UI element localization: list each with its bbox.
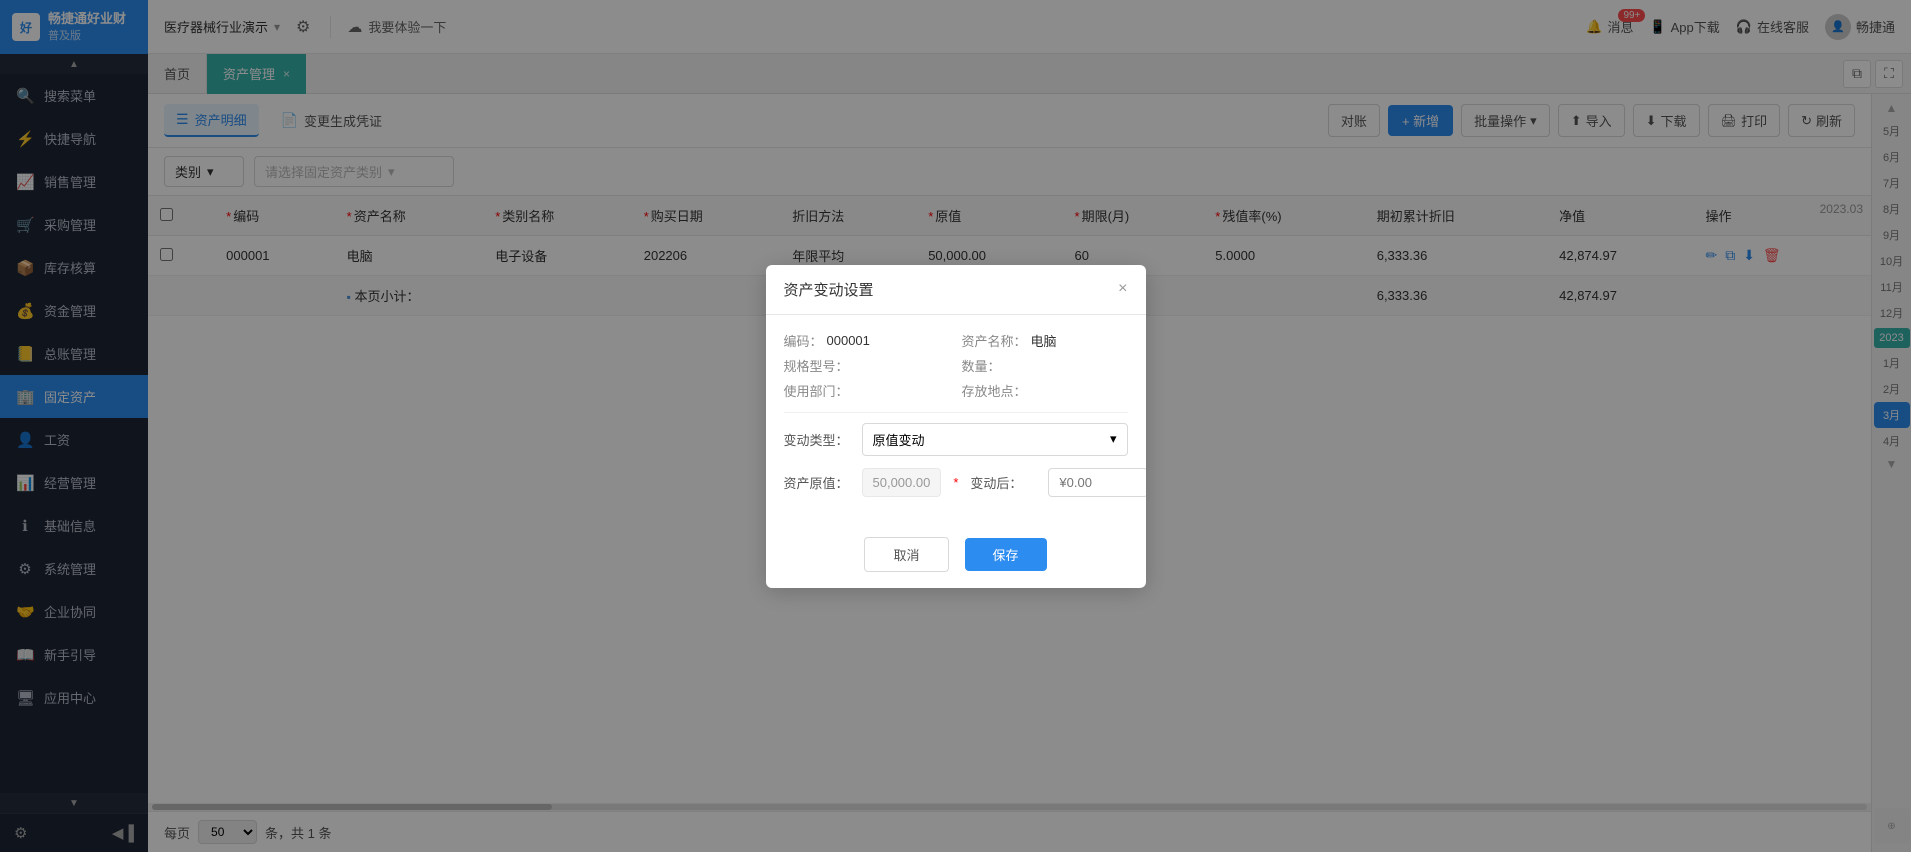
modal-original-value-label: 资产原值： xyxy=(784,473,854,492)
modal-info-grid: 编码： 000001 资产名称： 电脑 规格型号： 数量： 使用部门： xyxy=(784,331,1128,400)
modal-asset-name-row: 资产名称： 电脑 xyxy=(962,331,1128,350)
modal-body: 编码： 000001 资产名称： 电脑 规格型号： 数量： 使用部门： xyxy=(766,315,1146,525)
modal-code-row: 编码： 000001 xyxy=(784,331,950,350)
after-change-input[interactable] xyxy=(1048,468,1145,497)
modal-code-label: 编码： xyxy=(784,331,823,350)
modal-location-label: 存放地点： xyxy=(962,381,1027,400)
modal-footer: 取消 保存 xyxy=(766,525,1146,588)
modal-title: 资产变动设置 xyxy=(784,279,874,300)
required-mark: * xyxy=(953,475,958,490)
modal-overlay: 资产变动设置 × 编码： 000001 资产名称： 电脑 规格型号： 数量： xyxy=(0,0,1911,852)
change-type-value: 原值变动 xyxy=(873,430,925,449)
modal-dept-row: 使用部门： xyxy=(784,381,950,400)
modal-change-type-row: 变动类型： 原值变动 ▾ xyxy=(784,423,1128,456)
save-button[interactable]: 保存 xyxy=(965,538,1047,571)
modal-dept-label: 使用部门： xyxy=(784,381,849,400)
modal-original-value: 50,000.00 xyxy=(862,468,942,497)
modal-asset-name-label: 资产名称： xyxy=(962,331,1027,350)
modal-quantity-label: 数量： xyxy=(962,356,1001,375)
modal-value-row: 资产原值： 50,000.00 * 变动后： xyxy=(784,468,1128,497)
modal-spec-label: 规格型号： xyxy=(784,356,849,375)
modal-quantity-row: 数量： xyxy=(962,356,1128,375)
modal-asset-name-value: 电脑 xyxy=(1031,331,1057,350)
change-type-select[interactable]: 原值变动 ▾ xyxy=(862,423,1128,456)
modal-location-row: 存放地点： xyxy=(962,381,1128,400)
modal-spec-row: 规格型号： xyxy=(784,356,950,375)
change-type-chevron-icon: ▾ xyxy=(1110,431,1117,447)
modal-change-type-label: 变动类型： xyxy=(784,430,854,449)
cancel-button[interactable]: 取消 xyxy=(864,537,948,572)
modal-divider xyxy=(784,412,1128,413)
modal-close-button[interactable]: × xyxy=(1118,280,1127,298)
modal-after-change-label: 变动后： xyxy=(970,473,1040,492)
modal-code-value: 000001 xyxy=(827,333,870,348)
asset-change-modal: 资产变动设置 × 编码： 000001 资产名称： 电脑 规格型号： 数量： xyxy=(766,265,1146,588)
modal-header: 资产变动设置 × xyxy=(766,265,1146,315)
